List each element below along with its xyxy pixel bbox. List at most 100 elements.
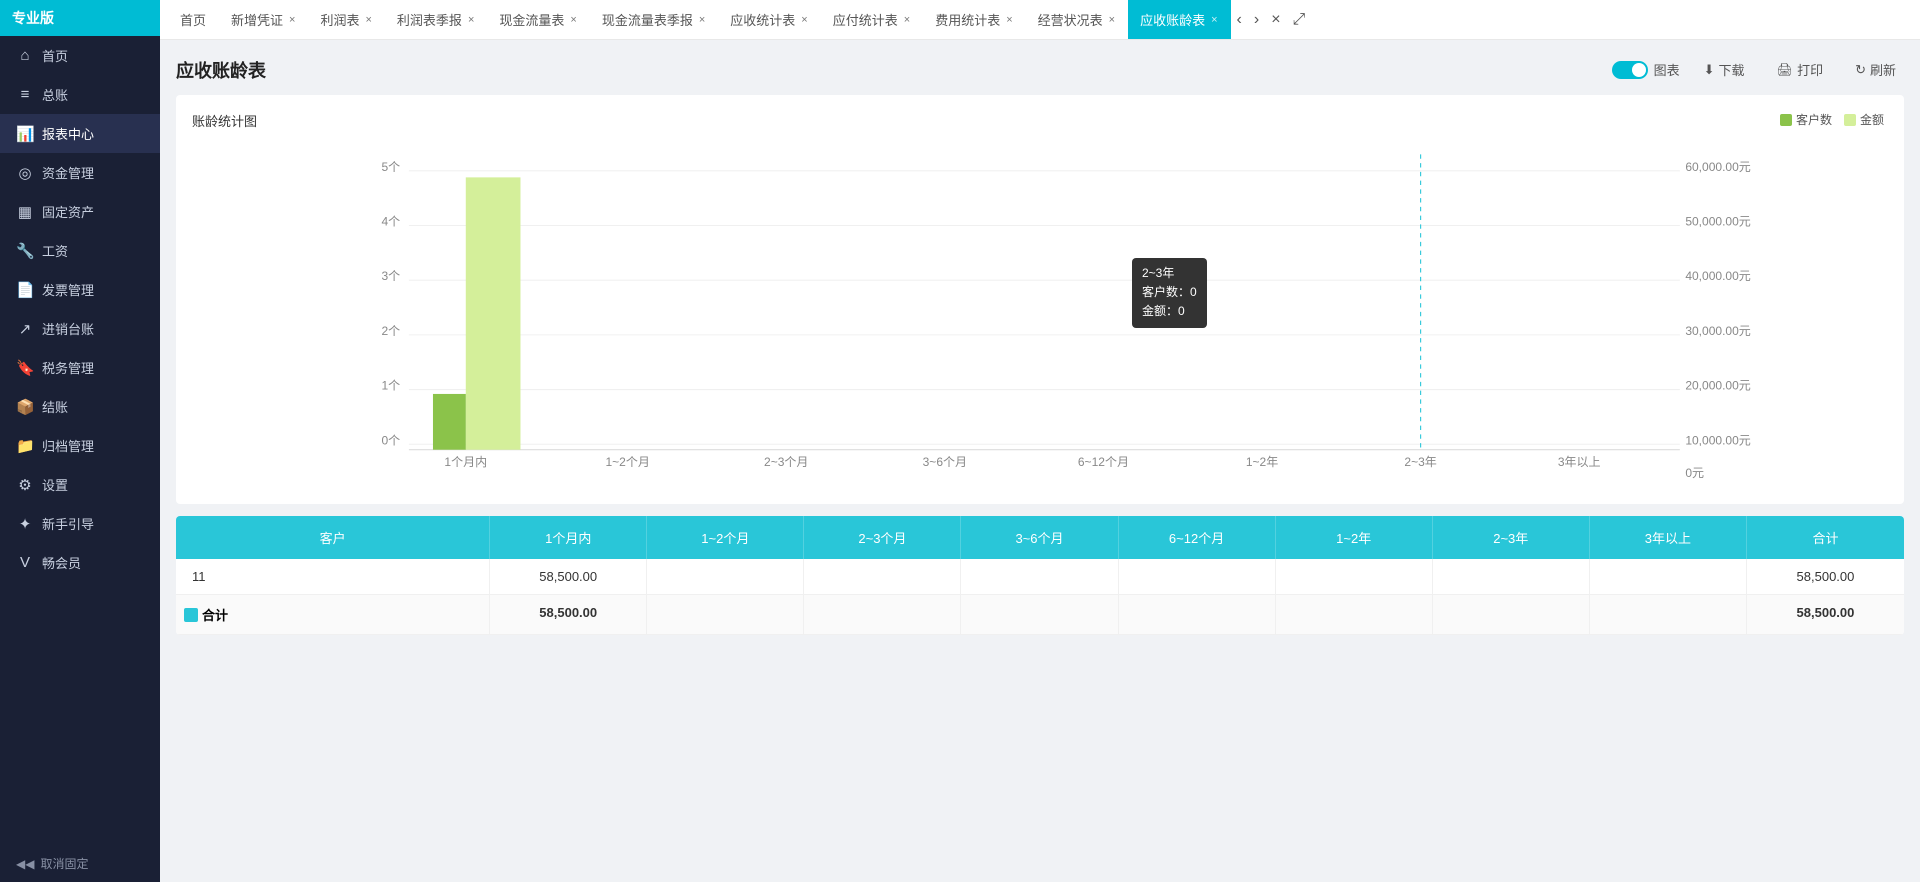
tab-bar: 首页 新增凭证 × 利润表 × 利润表季报 × 现金流量表 × 现金流量表季报 … bbox=[160, 0, 1920, 40]
col-header-m612: 6~12个月 bbox=[1119, 516, 1276, 559]
sidebar-item-label: 归档管理 bbox=[42, 436, 94, 455]
sales-icon: ↗ bbox=[16, 320, 34, 338]
tab-ar-aging[interactable]: 应收账龄表 × bbox=[1128, 0, 1230, 40]
col-header-y23: 2~3年 bbox=[1433, 516, 1590, 559]
sidebar-item-label: 税务管理 bbox=[42, 358, 94, 377]
sidebar-item-tax[interactable]: 🔖 税务管理 bbox=[0, 348, 160, 387]
reports-icon: 📊 bbox=[16, 125, 34, 143]
tab-next-button[interactable]: › bbox=[1248, 0, 1265, 40]
svg-text:2~3年: 2~3年 bbox=[1404, 455, 1436, 469]
tab-expense-stats-label: 费用统计表 bbox=[935, 10, 1000, 29]
page-title: 应收账龄表 bbox=[176, 57, 266, 83]
tab-cashflow-quarterly-close[interactable]: × bbox=[699, 14, 705, 26]
tab-ar-aging-label: 应收账龄表 bbox=[1140, 10, 1205, 29]
sidebar-item-close[interactable]: 📦 结账 bbox=[0, 387, 160, 426]
tab-profit-quarterly-close[interactable]: × bbox=[468, 14, 474, 26]
tab-voucher-close[interactable]: × bbox=[289, 14, 295, 26]
chart-area: 5个 4个 3个 2个 1个 0个 60,000.00元 50,000.00元 … bbox=[192, 138, 1888, 488]
page-content: 应收账龄表 图表 ⬇ 下载 🖨 打印 ↻ 刷新 bbox=[160, 40, 1920, 882]
svg-text:1个: 1个 bbox=[381, 379, 400, 393]
tab-expand-button[interactable]: ⤢ bbox=[1287, 0, 1312, 40]
sidebar-item-label: 结账 bbox=[42, 397, 68, 416]
unpin-icon: ◀◀ bbox=[16, 857, 34, 871]
refresh-button[interactable]: ↻ 刷新 bbox=[1847, 56, 1904, 83]
invoice-icon: 📄 bbox=[16, 281, 34, 299]
main-content: 首页 新增凭证 × 利润表 × 利润表季报 × 现金流量表 × 现金流量表季报 … bbox=[160, 0, 1920, 882]
tab-ap-stats-close[interactable]: × bbox=[904, 14, 910, 26]
tab-business-status[interactable]: 经营状况表 × bbox=[1026, 0, 1128, 40]
chart-title: 账龄统计图 bbox=[192, 111, 1888, 130]
sidebar-item-settings[interactable]: ⚙ 设置 bbox=[0, 465, 160, 504]
sidebar-item-ledger[interactable]: ≡ 总账 bbox=[0, 75, 160, 114]
tab-profit-close[interactable]: × bbox=[365, 14, 371, 26]
print-button[interactable]: 🖨 打印 bbox=[1769, 56, 1832, 83]
page-actions: 图表 ⬇ 下载 🖨 打印 ↻ 刷新 bbox=[1612, 56, 1904, 83]
sidebar-item-home[interactable]: ⌂ 首页 bbox=[0, 36, 160, 75]
tab-prev-button[interactable]: ‹ bbox=[1231, 0, 1248, 40]
legend-customers-label: 客户数 bbox=[1796, 111, 1832, 128]
sidebar-item-label: 进销台账 bbox=[42, 319, 94, 338]
settings-icon: ⚙ bbox=[16, 476, 34, 494]
col-header-y12: 1~2年 bbox=[1276, 516, 1433, 559]
tab-business-status-close[interactable]: × bbox=[1109, 14, 1115, 26]
sidebar-item-archive[interactable]: 📁 归档管理 bbox=[0, 426, 160, 465]
tab-cashflow[interactable]: 现金流量表 × bbox=[487, 0, 589, 40]
tab-business-status-label: 经营状况表 bbox=[1038, 10, 1103, 29]
svg-text:5个: 5个 bbox=[381, 160, 400, 174]
download-icon: ⬇ bbox=[1704, 62, 1715, 78]
sidebar-item-reports[interactable]: 📊 报表中心 bbox=[0, 114, 160, 153]
tab-cashflow-quarterly[interactable]: 现金流量表季报 × bbox=[590, 0, 718, 40]
total-m36 bbox=[961, 595, 1118, 634]
svg-text:60,000.00元: 60,000.00元 bbox=[1685, 160, 1750, 174]
col-header-y3plus: 3年以上 bbox=[1590, 516, 1747, 559]
tab-close-all-button[interactable]: × bbox=[1265, 0, 1286, 40]
download-label: 下载 bbox=[1719, 60, 1745, 79]
sidebar-item-guide[interactable]: ✦ 新手引导 bbox=[0, 504, 160, 543]
total-m23 bbox=[804, 595, 961, 634]
guide-icon: ✦ bbox=[16, 515, 34, 533]
sidebar-item-invoice[interactable]: 📄 发票管理 bbox=[0, 270, 160, 309]
tax-icon: 🔖 bbox=[16, 359, 34, 377]
total-label-text: 合计 bbox=[202, 605, 228, 624]
sidebar-item-label: 畅会员 bbox=[42, 553, 81, 572]
svg-text:3年以上: 3年以上 bbox=[1558, 455, 1601, 469]
unpin-button[interactable]: ◀◀ 取消固定 bbox=[0, 845, 160, 882]
tab-cashflow-close[interactable]: × bbox=[570, 14, 576, 26]
tab-ap-stats[interactable]: 应付统计表 × bbox=[821, 0, 923, 40]
tab-ar-aging-close[interactable]: × bbox=[1211, 14, 1217, 26]
table-total-row: 合计 58,500.00 58,500.00 bbox=[176, 595, 1904, 635]
download-button[interactable]: ⬇ 下载 bbox=[1696, 56, 1753, 83]
chart-toggle[interactable]: 图表 bbox=[1612, 60, 1680, 79]
sidebar-item-label: 报表中心 bbox=[42, 124, 94, 143]
tab-ar-stats-close[interactable]: × bbox=[801, 14, 807, 26]
svg-text:20,000.00元: 20,000.00元 bbox=[1685, 379, 1750, 393]
tab-voucher-label: 新增凭证 bbox=[231, 10, 283, 29]
sidebar-item-assets[interactable]: ▦ 固定资产 bbox=[0, 192, 160, 231]
total-y23 bbox=[1433, 595, 1590, 634]
sidebar-item-payroll[interactable]: 🔧 工资 bbox=[0, 231, 160, 270]
total-y12 bbox=[1276, 595, 1433, 634]
tab-ar-stats[interactable]: 应收统计表 × bbox=[718, 0, 820, 40]
sidebar-item-sales[interactable]: ↗ 进销台账 bbox=[0, 309, 160, 348]
toggle-thumb bbox=[1632, 63, 1646, 77]
tab-ap-stats-label: 应付统计表 bbox=[833, 10, 898, 29]
cell-y23 bbox=[1433, 559, 1590, 594]
payroll-icon: 🔧 bbox=[16, 242, 34, 260]
tab-home[interactable]: 首页 bbox=[168, 0, 219, 40]
cell-m12 bbox=[647, 559, 804, 594]
tab-profit-quarterly[interactable]: 利润表季报 × bbox=[385, 0, 487, 40]
legend-amount-dot bbox=[1844, 114, 1856, 126]
tab-home-label: 首页 bbox=[180, 10, 206, 29]
toggle-track[interactable] bbox=[1612, 61, 1648, 79]
tab-expense-stats[interactable]: 费用统计表 × bbox=[923, 0, 1025, 40]
sidebar-item-label: 固定资产 bbox=[42, 202, 94, 221]
tab-voucher[interactable]: 新增凭证 × bbox=[219, 0, 308, 40]
svg-text:10,000.00元: 10,000.00元 bbox=[1685, 433, 1750, 447]
sidebar-item-funds[interactable]: ◎ 资金管理 bbox=[0, 153, 160, 192]
total-y3plus bbox=[1590, 595, 1747, 634]
tab-expense-stats-close[interactable]: × bbox=[1006, 14, 1012, 26]
tab-profit[interactable]: 利润表 × bbox=[308, 0, 384, 40]
col-header-customer: 客户 bbox=[176, 516, 490, 559]
svg-text:2个: 2个 bbox=[381, 324, 400, 338]
sidebar-item-vip[interactable]: V 畅会员 bbox=[0, 543, 160, 582]
